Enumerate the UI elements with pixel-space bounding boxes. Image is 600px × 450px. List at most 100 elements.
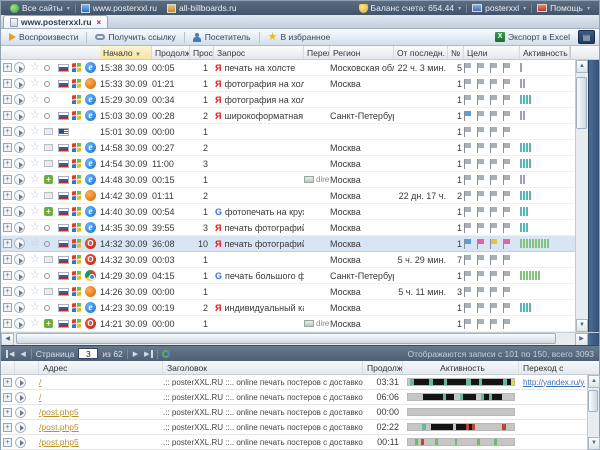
expand-icon[interactable]: + xyxy=(3,255,12,264)
replay-visit-icon[interactable] xyxy=(14,206,25,217)
column-header-duration[interactable]: Продолж-ть xyxy=(363,361,403,374)
visit-row[interactable]: +☆14:29 30.0904:151Gпечать большого форм… xyxy=(1,268,575,284)
replay-visit-icon[interactable] xyxy=(14,302,25,313)
column-header-address[interactable]: Адрес xyxy=(39,361,163,374)
visit-row[interactable]: + ☆ e 14:58 30.09 00:27 2 Москва 1 xyxy=(1,140,575,156)
next-page-button[interactable]: ▶ xyxy=(132,350,139,358)
page-number-input[interactable] xyxy=(78,348,99,359)
favorite-star-icon[interactable]: ☆ xyxy=(30,222,40,233)
replay-visit-icon[interactable] xyxy=(14,254,25,265)
visit-row[interactable]: +☆e14:23 30.0900:192Яиндивидуальный кале… xyxy=(1,300,575,316)
replay-visit-icon[interactable] xyxy=(14,222,25,233)
favorite-star-icon[interactable]: ☆ xyxy=(30,254,40,265)
referrer-link[interactable]: http://yandex.ru/yandse xyxy=(523,378,585,387)
expand-icon[interactable]: + xyxy=(3,303,12,312)
visit-row[interactable]: +☆e15:03 30.0900:282Яширокоформатная печ… xyxy=(1,108,575,124)
scroll-thumb[interactable] xyxy=(16,333,556,344)
replay-visit-icon[interactable] xyxy=(14,270,25,281)
scroll-up-button[interactable]: ▲ xyxy=(588,375,600,388)
column-header-views[interactable]: Просмот xyxy=(190,46,214,59)
topbar-help[interactable]: Помощь ▾ xyxy=(532,3,595,13)
replay-visit-icon[interactable] xyxy=(14,190,25,201)
last-page-button[interactable]: ▶ xyxy=(143,349,153,358)
replay-visit-icon[interactable] xyxy=(14,110,25,121)
replay-visit-icon[interactable] xyxy=(14,286,25,297)
column-header-region[interactable]: Регион xyxy=(330,46,394,59)
expand-icon[interactable]: + xyxy=(3,95,12,104)
scroll-thumb[interactable] xyxy=(576,77,587,129)
expand-icon[interactable]: + xyxy=(3,377,12,387)
get-link-button[interactable]: Получить ссылку xyxy=(91,31,179,43)
favorite-star-icon[interactable]: ☆ xyxy=(30,62,40,73)
pageview-row[interactable]: + /post.php5 .:: posterXXL.RU ::.. online … xyxy=(1,435,587,450)
visitor-button[interactable]: Посетитель xyxy=(189,31,255,43)
expand-icon[interactable]: + xyxy=(3,207,12,216)
column-header-activity[interactable]: Активность xyxy=(403,361,519,374)
tab-close-icon[interactable]: × xyxy=(97,18,102,27)
replay-visit-icon[interactable] xyxy=(14,62,25,73)
favorite-star-icon[interactable]: ☆ xyxy=(30,270,40,281)
expand-icon[interactable]: + xyxy=(3,111,12,120)
expand-icon[interactable]: + xyxy=(3,239,12,248)
topbar-site-allbillboards[interactable]: all-billboards.ru xyxy=(162,3,242,13)
topbar-account[interactable]: posterxxl ▾ xyxy=(467,3,531,13)
scroll-track[interactable] xyxy=(588,388,599,437)
column-header-duration[interactable]: Продолж-с xyxy=(152,46,190,59)
visit-row[interactable]: + ☆ + e 14:48 30.09 00:15 1 dire Москва 1 xyxy=(1,172,575,188)
visit-row[interactable]: + ☆ O 14:32 30.09 36:08 10 Япечать фотографий … xyxy=(1,236,575,252)
page-address-link[interactable]: / xyxy=(39,392,41,402)
expand-icon[interactable]: + xyxy=(3,79,12,88)
column-header-goals[interactable]: Цели xyxy=(464,46,520,59)
page-address-link[interactable]: /post.php5 xyxy=(39,407,79,417)
prev-page-button[interactable]: ◀ xyxy=(19,350,26,358)
visit-row[interactable]: + ☆ e 15:38 30.09 00:05 1 Япечать на холсте Мос… xyxy=(1,60,575,76)
replay-page-icon[interactable] xyxy=(15,391,26,403)
replay-visit-icon[interactable] xyxy=(14,142,25,153)
visit-row[interactable]: +☆15:33 30.0901:211Яфотография на холсте… xyxy=(1,76,575,92)
favorite-star-icon[interactable]: ☆ xyxy=(30,174,40,185)
favorite-star-icon[interactable]: ☆ xyxy=(30,158,40,169)
scroll-down-button[interactable]: ▼ xyxy=(588,437,600,450)
replay-visit-icon[interactable] xyxy=(14,78,25,89)
replay-page-icon[interactable] xyxy=(15,376,26,388)
replay-page-icon[interactable] xyxy=(15,436,26,448)
scroll-track[interactable] xyxy=(14,333,575,345)
pageview-row[interactable]: + /post.php5 .:: posterXXL.RU ::.. online … xyxy=(1,405,587,420)
column-header-visit-number[interactable]: № П xyxy=(448,46,464,59)
pageview-row[interactable]: + /post.php5 .:: posterXXL.RU ::.. online … xyxy=(1,420,587,435)
collapse-panel-button[interactable]: ▤ xyxy=(578,30,595,44)
replay-visit-icon[interactable] xyxy=(14,238,25,249)
favorite-star-icon[interactable]: ☆ xyxy=(30,302,40,313)
tab-posterxxl[interactable]: www.posterxxl.ru × xyxy=(3,15,109,28)
scroll-down-button[interactable]: ▼ xyxy=(576,319,588,332)
column-header-activity[interactable]: Активность xyxy=(520,46,570,59)
scroll-up-button[interactable]: ▲ xyxy=(576,60,588,73)
favorite-star-icon[interactable]: ☆ xyxy=(30,126,40,137)
favorite-star-icon[interactable]: ☆ xyxy=(30,206,40,217)
expand-icon[interactable]: + xyxy=(3,159,12,168)
vertical-scrollbar[interactable]: ▲ ▼ xyxy=(575,60,588,332)
replay-visit-icon[interactable] xyxy=(14,174,25,185)
expand-icon[interactable]: + xyxy=(3,271,12,280)
expand-icon[interactable]: + xyxy=(3,175,12,184)
expand-icon[interactable]: + xyxy=(3,319,12,328)
replay-button[interactable]: Воспроизвести xyxy=(5,31,82,43)
column-header-start[interactable]: Начало ▼ xyxy=(100,46,152,59)
replay-page-icon[interactable] xyxy=(15,406,26,418)
expand-icon[interactable]: + xyxy=(3,392,12,402)
horizontal-scrollbar[interactable]: ◀ ▶ xyxy=(1,332,599,346)
visit-row[interactable]: + ☆ 14:26 30.09 00:00 1 Москва 5 ч. 11 мин. 3 xyxy=(1,284,575,300)
favorite-star-icon[interactable]: ☆ xyxy=(30,110,40,121)
visit-row[interactable]: + ☆ + O 14:21 30.09 00:00 1 dire Москва 1 xyxy=(1,316,575,332)
topbar-balance[interactable]: Баланс счета: 654.44 ▾ xyxy=(354,3,467,13)
favorite-star-icon[interactable]: ☆ xyxy=(30,190,40,201)
refresh-icon[interactable] xyxy=(161,349,170,358)
visit-row[interactable]: + ☆ 14:42 30.09 01:11 2 Москва 22 дн. 17 ч. 2 xyxy=(1,188,575,204)
replay-visit-icon[interactable] xyxy=(14,318,25,329)
detail-vertical-scrollbar[interactable]: ▲ ▼ xyxy=(587,375,600,450)
visit-row[interactable]: + ☆ O 14:32 30.09 00:03 1 Москва 5 ч. 29 мин. 7 xyxy=(1,252,575,268)
visit-row[interactable]: +☆+e14:40 30.0900:541Gфотопечать на круж… xyxy=(1,204,575,220)
visit-row[interactable]: + ☆ e 14:54 30.09 11:00 3 Москва 1 xyxy=(1,156,575,172)
favorites-button[interactable]: ★ В избранное xyxy=(264,31,335,43)
favorite-star-icon[interactable]: ☆ xyxy=(30,94,40,105)
